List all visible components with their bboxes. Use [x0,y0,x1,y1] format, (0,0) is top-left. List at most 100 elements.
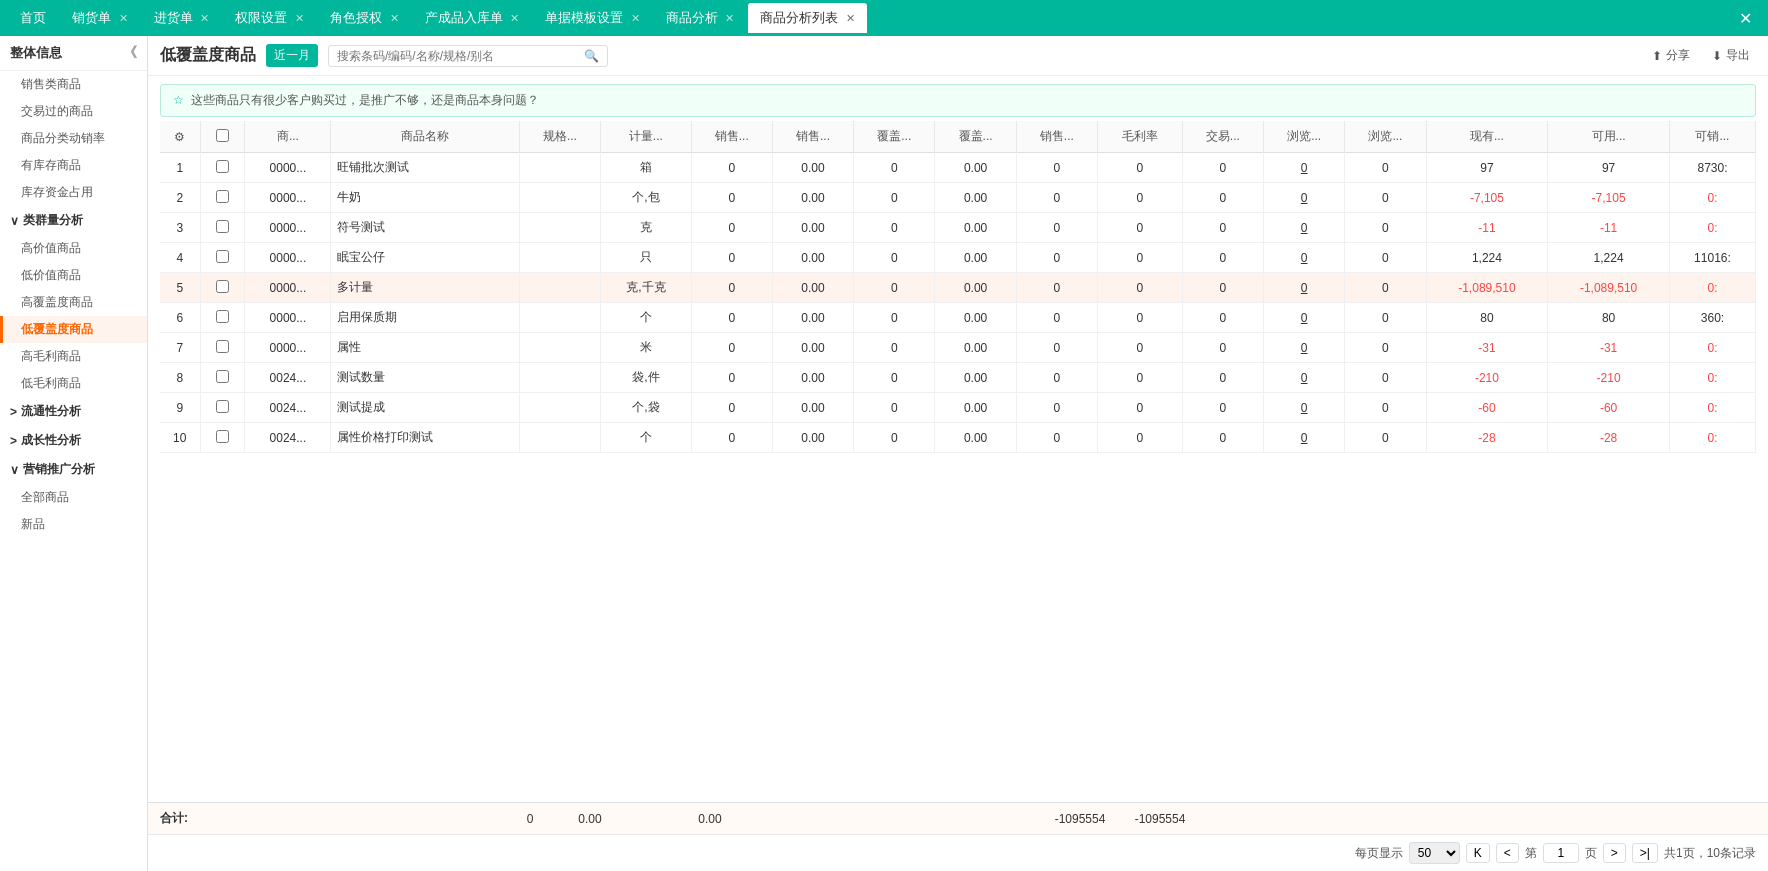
search-input[interactable] [337,49,579,63]
row-browse2: 0 [1345,153,1426,183]
sidebar-item-low-profit[interactable]: 低毛利商品 [0,370,147,397]
coverage2-col-header[interactable]: 覆盖... [935,121,1016,153]
page-input[interactable] [1543,843,1579,863]
sidebar-collapse-button[interactable]: 《 [123,44,137,62]
sidebar-section-group-analysis[interactable]: ∨ 类群量分析 [0,206,147,235]
sidebar-item-high-profit[interactable]: 高毛利商品 [0,343,147,370]
row-browse1[interactable]: 0 [1264,153,1345,183]
current-stock-col-header[interactable]: 现有... [1426,121,1548,153]
row-checkbox[interactable] [200,423,245,453]
row-num: 4 [160,243,200,273]
sales-qty-col-header[interactable]: 销售... [691,121,772,153]
sidebar-item-category-rate[interactable]: 商品分类动销率 [0,125,147,152]
unit-col-header[interactable]: 计量... [601,121,692,153]
sales-days-col-header[interactable]: 销售... [1016,121,1097,153]
row-transaction: 0 [1182,273,1263,303]
row-browse1[interactable]: 0 [1264,213,1345,243]
nav-tab-home[interactable]: 首页 [8,3,58,33]
sidebar-item-sales-products[interactable]: 销售类商品 [0,71,147,98]
page-prev-button[interactable]: < [1496,843,1519,863]
browse2-col-header[interactable]: 浏览... [1345,121,1426,153]
spec-col-header[interactable]: 规格... [519,121,600,153]
page-last-button[interactable]: >| [1632,843,1658,863]
nav-tab-template[interactable]: 单据模板设置 ✕ [533,3,652,33]
close-permissions-icon[interactable]: ✕ [295,12,304,24]
settings-col-header[interactable]: ⚙ [160,121,200,153]
row-browse1[interactable]: 0 [1264,183,1345,213]
sidebar-item-low-coverage[interactable]: 低覆盖度商品 [0,316,147,343]
gross-margin-col-header[interactable]: 毛利率 [1098,121,1183,153]
sales-amt-col-header[interactable]: 销售... [772,121,853,153]
nav-tab-sales[interactable]: 销货单 ✕ [60,3,140,33]
checkbox-col-header[interactable] [200,121,245,153]
available-col-header[interactable]: 可用... [1548,121,1670,153]
row-checkbox[interactable] [200,333,245,363]
row-checkbox[interactable] [200,153,245,183]
row-browse1[interactable]: 0 [1264,363,1345,393]
sidebar-item-traded-products[interactable]: 交易过的商品 [0,98,147,125]
close-sales-icon[interactable]: ✕ [119,12,128,24]
row-gross-margin: 0 [1098,333,1183,363]
page-size-select[interactable]: 50 100 200 [1409,842,1460,864]
sidebar-item-low-value[interactable]: 低价值商品 [0,262,147,289]
search-icon[interactable]: 🔍 [584,49,599,63]
row-checkbox[interactable] [200,393,245,423]
row-sales-qty: 0 [691,423,772,453]
nav-tab-product-analysis-list[interactable]: 商品分析列表 ✕ [748,3,867,33]
browse1-col-header[interactable]: 浏览... [1264,121,1345,153]
row-sales-qty: 0 [691,333,772,363]
close-purchase-icon[interactable]: ✕ [200,12,209,24]
sidebar-item-capital[interactable]: 库存资金占用 [0,179,147,206]
page-first-button[interactable]: K [1466,843,1490,863]
transaction-col-header[interactable]: 交易... [1182,121,1263,153]
nav-tab-product-analysis[interactable]: 商品分析 ✕ [654,3,747,33]
coverage1-col-header[interactable]: 覆盖... [854,121,935,153]
page-next-button[interactable]: > [1603,843,1626,863]
sidebar-item-new-products[interactable]: 新品 [0,511,147,538]
row-browse1[interactable]: 0 [1264,393,1345,423]
sidebar-section-marketing[interactable]: ∨ 营销推广分析 [0,455,147,484]
row-checkbox[interactable] [200,213,245,243]
nav-tab-inventory[interactable]: 产成品入库单 ✕ [413,3,532,33]
row-browse2: 0 [1345,363,1426,393]
sidebar-section-liquidity[interactable]: > 流通性分析 [0,397,147,426]
select-all-checkbox[interactable] [216,129,229,142]
period-button[interactable]: 近一月 [266,44,318,67]
page-unit: 页 [1585,845,1597,862]
close-product-analysis-list-icon[interactable]: ✕ [846,12,855,24]
row-checkbox[interactable] [200,273,245,303]
name-col-header[interactable]: 商品名称 [331,121,519,153]
row-current-stock: -60 [1426,393,1548,423]
code-col-header[interactable]: 商... [245,121,331,153]
row-sales-qty: 0 [691,183,772,213]
sidebar-item-stocked[interactable]: 有库存商品 [0,152,147,179]
row-checkbox[interactable] [200,183,245,213]
row-browse1[interactable]: 0 [1264,243,1345,273]
row-sales-days: 0 [1016,243,1097,273]
row-spec [519,153,600,183]
row-checkbox[interactable] [200,303,245,333]
sidebar-section-growth[interactable]: > 成长性分析 [0,426,147,455]
close-template-icon[interactable]: ✕ [631,12,640,24]
nav-tab-permissions[interactable]: 权限设置 ✕ [223,3,316,33]
sidebar-item-high-value[interactable]: 高价值商品 [0,235,147,262]
row-code: 0000... [245,213,331,243]
nav-tab-purchase[interactable]: 进货单 ✕ [142,3,222,33]
sidebar-item-all-products[interactable]: 全部商品 [0,484,147,511]
row-checkbox[interactable] [200,363,245,393]
row-browse1[interactable]: 0 [1264,333,1345,363]
row-sales-qty: 0 [691,363,772,393]
row-checkbox[interactable] [200,243,245,273]
row-browse1[interactable]: 0 [1264,423,1345,453]
close-product-analysis-icon[interactable]: ✕ [725,12,734,24]
sidebar-item-high-coverage[interactable]: 高覆盖度商品 [0,289,147,316]
export-button[interactable]: ⬇ 导出 [1706,44,1756,67]
sellable-col-header[interactable]: 可销... [1669,121,1755,153]
close-inventory-icon[interactable]: ✕ [510,12,519,24]
row-browse1[interactable]: 0 [1264,273,1345,303]
row-browse1[interactable]: 0 [1264,303,1345,333]
nav-close-button[interactable]: ✕ [1731,5,1760,32]
nav-tab-roles[interactable]: 角色授权 ✕ [318,3,411,33]
close-roles-icon[interactable]: ✕ [390,12,399,24]
share-button[interactable]: ⬆ 分享 [1646,44,1696,67]
